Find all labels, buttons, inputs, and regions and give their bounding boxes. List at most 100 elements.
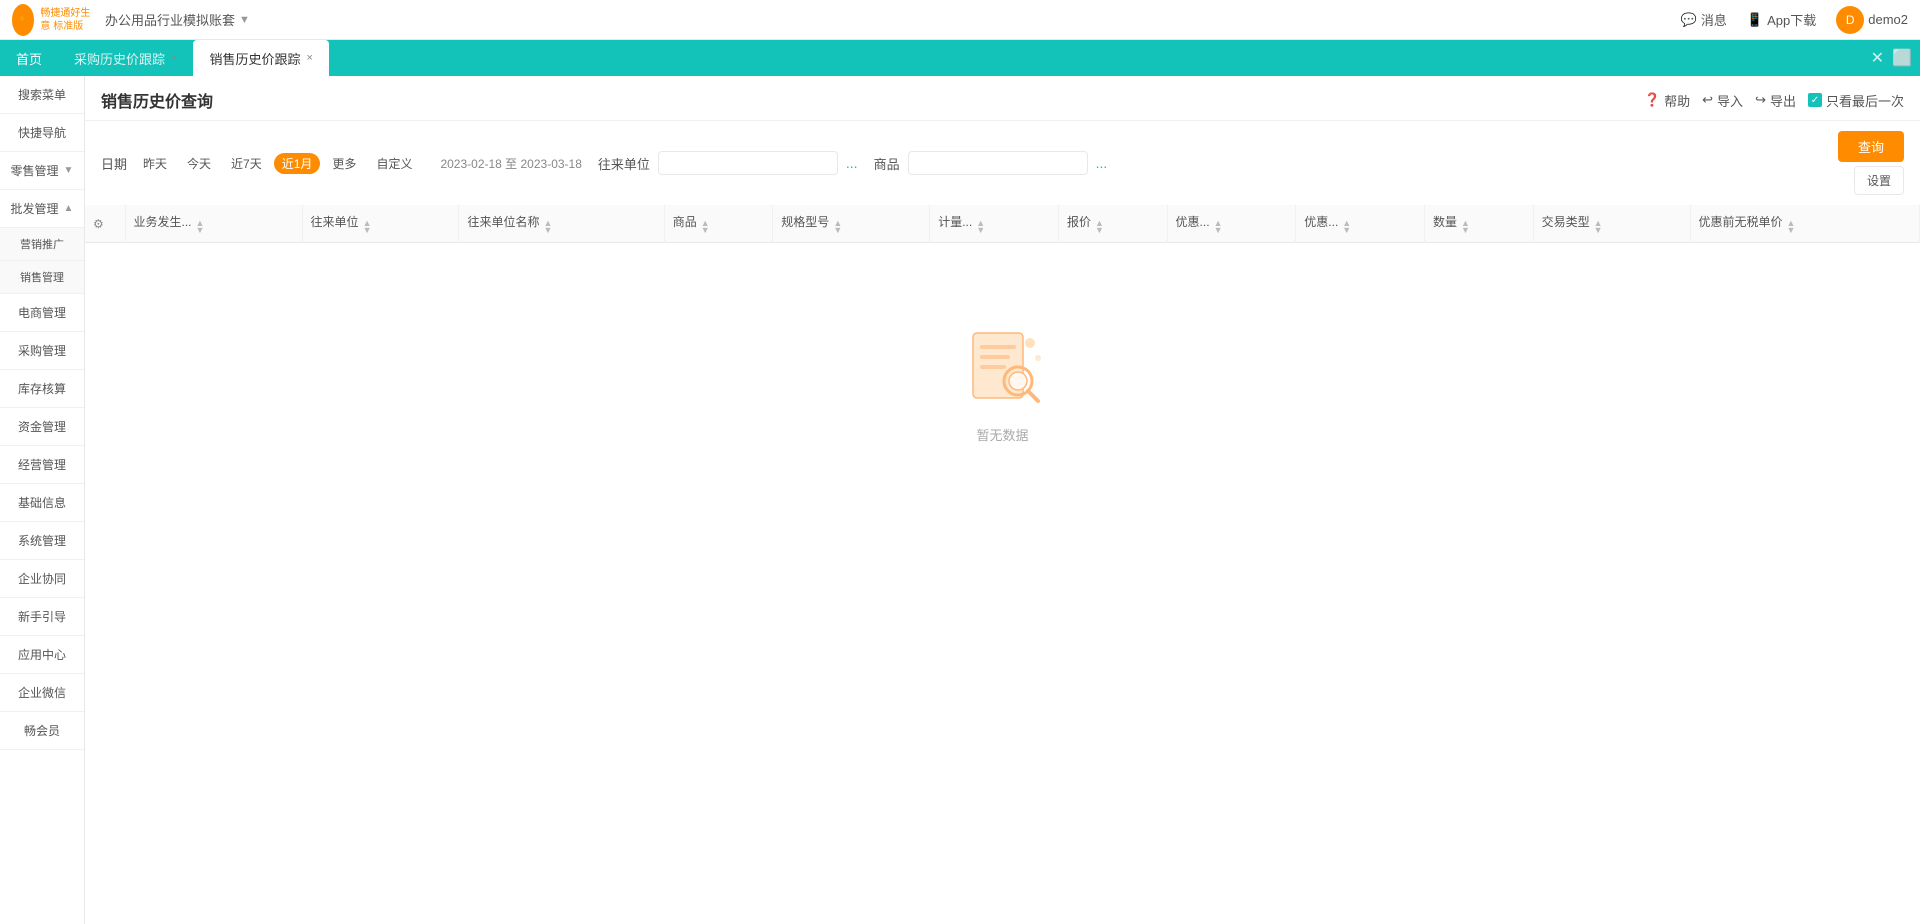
partner-input[interactable] [658, 151, 838, 175]
sidebar-item-purchase[interactable]: 采购管理 [0, 332, 84, 370]
sales-mgmt-label: 销售管理 [20, 269, 64, 285]
sort-icon: ▲▼ [543, 220, 552, 234]
date-opt-last7days[interactable]: 近7天 [223, 153, 270, 174]
sidebar-item-inventory[interactable]: 库存核算 [0, 370, 84, 408]
user-name: demo2 [1868, 12, 1908, 27]
sort-icon: ▲▼ [1787, 220, 1796, 234]
sidebar-item-system[interactable]: 系统管理 [0, 522, 84, 560]
col-quantity[interactable]: 数量▲▼ [1425, 205, 1534, 243]
top-bar: 🔸 畅捷通好生意 标准版 办公用品行业模拟账套 ▼ 💬 消息 📱 App下载 D… [0, 0, 1920, 40]
query-button[interactable]: 查询 [1838, 131, 1904, 162]
finance-label: 资金管理 [18, 418, 66, 435]
tab-sales[interactable]: 销售历史价跟踪 × [193, 40, 328, 76]
col-quote[interactable]: 报价▲▼ [1058, 205, 1167, 243]
empty-illustration [958, 323, 1048, 413]
tab-home[interactable]: 首页 [0, 40, 58, 76]
sidebar-item-wholesale[interactable]: 批发管理 ▲ [0, 190, 84, 228]
sort-icon: ▲▼ [1095, 220, 1104, 234]
sidebar-item-enterprise[interactable]: 企业协同 [0, 560, 84, 598]
import-button[interactable]: ↩ 导入 [1702, 91, 1743, 110]
inventory-label: 库存核算 [18, 380, 66, 397]
product-label: 商品 [874, 154, 900, 173]
date-opt-last1month[interactable]: 近1月 [274, 153, 321, 174]
purchase-label: 采购管理 [18, 342, 66, 359]
app-selector[interactable]: 办公用品行业模拟账套 ▼ [105, 10, 250, 29]
sort-icon: ▲▼ [1461, 220, 1470, 234]
export-button[interactable]: ↪ 导出 [1755, 91, 1796, 110]
sort-icon: ▲▼ [196, 220, 205, 234]
date-opt-yesterday[interactable]: 昨天 [135, 153, 175, 174]
operations-label: 经营管理 [18, 456, 66, 473]
page-actions: ❓ 帮助 ↩ 导入 ↪ 导出 ✓ 只看最后一次 [1644, 91, 1904, 110]
col-discount1[interactable]: 优惠...▲▼ [1167, 205, 1296, 243]
tab-sales-close[interactable]: × [306, 52, 312, 64]
retail-label: 零售管理 [11, 162, 59, 179]
close-window-button[interactable]: ✕ [1871, 48, 1884, 68]
date-opt-more[interactable]: 更多 [324, 153, 364, 174]
date-filter-group: 日期 昨天 今天 近7天 近1月 更多 自定义 [101, 153, 420, 174]
sidebar-item-sales-mgmt[interactable]: 销售管理 [0, 261, 84, 294]
guide-label: 新手引导 [18, 608, 66, 625]
product-input[interactable] [908, 151, 1088, 175]
col-product[interactable]: 商品▲▼ [664, 205, 773, 243]
only-last-checkbox-label[interactable]: ✓ 只看最后一次 [1808, 91, 1904, 110]
message-label: 消息 [1701, 10, 1727, 29]
sidebar-item-appstore[interactable]: 应用中心 [0, 636, 84, 674]
sidebar-item-guide[interactable]: 新手引导 [0, 598, 84, 636]
col-partner-name[interactable]: 往来单位名称▲▼ [459, 205, 664, 243]
avatar: D [1836, 6, 1864, 34]
tab-purchase[interactable]: 采购历史价跟踪 × [58, 40, 193, 76]
top-right: 💬 消息 📱 App下载 D demo2 [1681, 6, 1908, 34]
sidebar-item-search[interactable]: 搜索菜单 [0, 76, 84, 114]
help-label: 帮助 [1664, 91, 1690, 110]
sidebar-item-ecommerce[interactable]: 电商管理 [0, 294, 84, 332]
sort-icon: ▲▼ [1594, 220, 1603, 234]
empty-state: 暂无数据 [85, 243, 1920, 524]
tab-purchase-close[interactable]: × [171, 52, 177, 64]
col-spec[interactable]: 规格型号▲▼ [773, 205, 930, 243]
marketing-label: 营销推广 [20, 236, 64, 252]
col-partner[interactable]: 往来单位▲▼ [302, 205, 459, 243]
col-settings[interactable]: ⚙ [85, 205, 125, 243]
sidebar-item-weixin[interactable]: 企业微信 [0, 674, 84, 712]
partner-dots[interactable]: ... [846, 155, 858, 171]
appstore-label: 应用中心 [18, 646, 66, 663]
date-opt-today[interactable]: 今天 [179, 153, 219, 174]
empty-text: 暂无数据 [976, 425, 1028, 444]
export-icon: ↪ [1755, 92, 1766, 108]
user-profile[interactable]: D demo2 [1836, 6, 1908, 34]
sidebar-item-operations[interactable]: 经营管理 [0, 446, 84, 484]
sidebar-item-retail[interactable]: 零售管理 ▼ [0, 152, 84, 190]
import-label: 导入 [1717, 91, 1743, 110]
sort-icon: ▲▼ [976, 220, 985, 234]
chevron-up-icon: ▲ [64, 203, 74, 214]
col-trade-type[interactable]: 交易类型▲▼ [1533, 205, 1690, 243]
member-label: 畅会员 [24, 722, 60, 739]
sidebar-item-marketing[interactable]: 营销推广 [0, 228, 84, 261]
sidebar-item-basic[interactable]: 基础信息 [0, 484, 84, 522]
settings-button[interactable]: 设置 [1854, 166, 1904, 195]
sidebar-item-member[interactable]: 畅会员 [0, 712, 84, 750]
message-button[interactable]: 💬 消息 [1681, 10, 1727, 29]
system-label: 系统管理 [18, 532, 66, 549]
help-button[interactable]: ❓ 帮助 [1644, 91, 1690, 110]
col-unit[interactable]: 计量...▲▼ [930, 205, 1059, 243]
basic-label: 基础信息 [18, 494, 66, 511]
filter-bar: 日期 昨天 今天 近7天 近1月 更多 自定义 2023-02-18 至 202… [85, 120, 1920, 205]
product-dots[interactable]: ... [1096, 155, 1108, 171]
col-discount2[interactable]: 优惠...▲▼ [1296, 205, 1425, 243]
app-download-label: App下载 [1767, 10, 1816, 29]
sidebar-item-quicknav[interactable]: 快捷导航 [0, 114, 84, 152]
logo-icon: 🔸 [12, 4, 34, 36]
page-title: 销售历史价查询 [101, 88, 213, 112]
app-download-button[interactable]: 📱 App下载 [1747, 10, 1816, 29]
checkbox-checked-icon: ✓ [1808, 93, 1822, 107]
sidebar-item-finance[interactable]: 资金管理 [0, 408, 84, 446]
sort-icon: ▲▼ [363, 220, 372, 234]
content-area: 销售历史价查询 ❓ 帮助 ↩ 导入 ↪ 导出 ✓ 只看最后一次 [85, 76, 1920, 924]
table-header-row: ⚙ 业务发生...▲▼ 往来单位▲▼ 往来单位名称▲▼ 商品▲▼ [85, 205, 1920, 243]
restore-window-button[interactable]: ⬜ [1892, 48, 1912, 68]
col-biz-date[interactable]: 业务发生...▲▼ [125, 205, 302, 243]
date-opt-custom[interactable]: 自定义 [368, 153, 420, 174]
col-pretax-price[interactable]: 优惠前无税单价▲▼ [1690, 205, 1919, 243]
